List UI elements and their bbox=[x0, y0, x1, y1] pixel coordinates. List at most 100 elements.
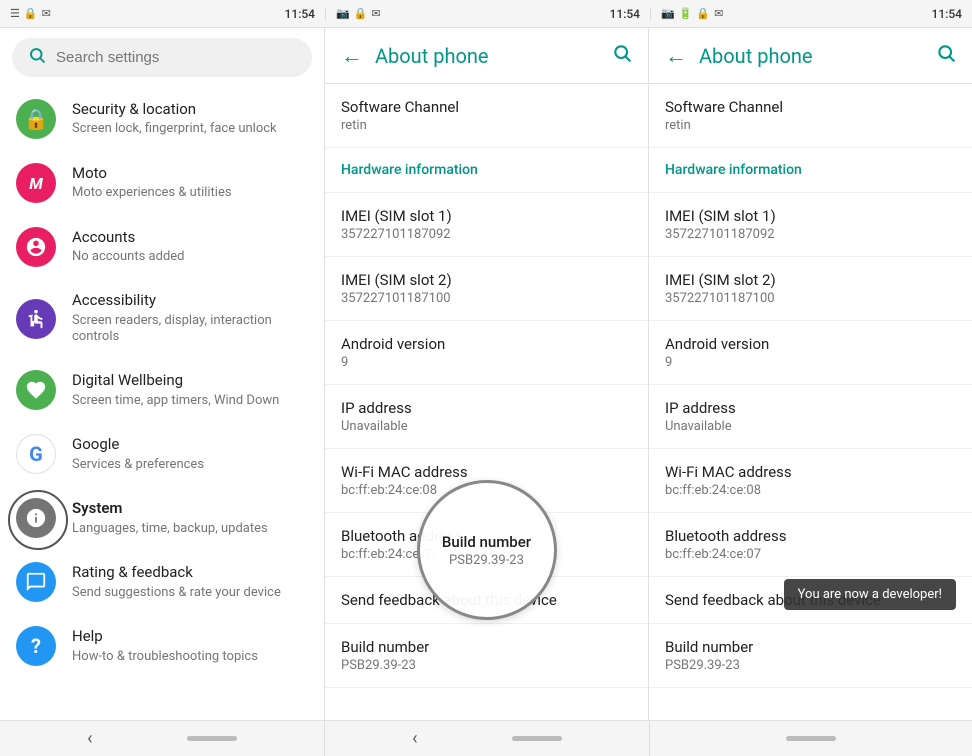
icon-msg: ✉ bbox=[42, 7, 51, 20]
build-circle-value: PSB29.39-23 bbox=[449, 553, 524, 568]
about-item-hw-header-1: Hardware information bbox=[325, 148, 648, 193]
settings-item-help[interactable]: ? Help How-to & troubleshooting topics bbox=[0, 614, 324, 678]
search-input[interactable] bbox=[56, 49, 296, 66]
about-item-value-android1: 9 bbox=[341, 355, 632, 370]
about-item-android-2[interactable]: Android version 9 bbox=[649, 321, 972, 385]
settings-item-moto[interactable]: M Moto Moto experiences & utilities bbox=[0, 151, 324, 215]
settings-item-title-moto: Moto bbox=[72, 164, 308, 184]
bottom-nav-middle: ‹ bbox=[325, 721, 650, 756]
about-item-title-imei21: IMEI (SIM slot 2) bbox=[341, 271, 632, 289]
icon-camera: 📷 bbox=[336, 7, 350, 20]
about-item-title-sc1: Software Channel bbox=[341, 98, 632, 116]
search-button-1[interactable] bbox=[612, 43, 632, 68]
settings-item-rating[interactable]: Rating & feedback Send suggestions & rat… bbox=[0, 550, 324, 614]
about-item-value-imei21: 357227101187100 bbox=[341, 291, 632, 306]
about-item-ip-2[interactable]: IP address Unavailable bbox=[649, 385, 972, 449]
settings-item-google[interactable]: G Google Services & preferences bbox=[0, 422, 324, 486]
back-button-1[interactable]: ← bbox=[341, 43, 363, 69]
settings-item-security[interactable]: 🔒 Security & location Screen lock, finge… bbox=[0, 87, 324, 151]
about-item-android-1[interactable]: Android version 9 bbox=[325, 321, 648, 385]
nav-pill-left bbox=[187, 736, 237, 741]
about-item-value-imei22: 357227101187100 bbox=[665, 291, 956, 306]
settings-item-text-digitalwellbeing: Digital Wellbeing Screen time, app timer… bbox=[72, 371, 308, 409]
about-item-title-imei22: IMEI (SIM slot 2) bbox=[665, 271, 956, 289]
about-item-title-sc2: Software Channel bbox=[665, 98, 956, 116]
settings-item-title-security: Security & location bbox=[72, 100, 308, 120]
about-item-value-sc2: retin bbox=[665, 118, 956, 133]
settings-item-subtitle-google: Services & preferences bbox=[72, 457, 308, 474]
back-button-2[interactable]: ← bbox=[665, 43, 687, 69]
about-item-imei2-1[interactable]: IMEI (SIM slot 2) 357227101187100 bbox=[325, 257, 648, 321]
icon-lock2: 🔒 bbox=[354, 7, 368, 20]
settings-item-text-security: Security & location Screen lock, fingerp… bbox=[72, 100, 308, 138]
about-item-value-build2: PSB29.39-23 bbox=[665, 658, 956, 673]
settings-item-text-google: Google Services & preferences bbox=[72, 435, 308, 473]
back-nav-button-left[interactable]: ‹ bbox=[87, 728, 92, 749]
about-item-value-imei12: 357227101187092 bbox=[665, 227, 956, 242]
settings-icon-accessibility bbox=[16, 299, 56, 339]
settings-list: 🔒 Security & location Screen lock, finge… bbox=[0, 87, 324, 720]
about-title-1: About phone bbox=[375, 44, 612, 68]
build-circle-title: Build number bbox=[442, 533, 531, 551]
about-item-imei2-2[interactable]: IMEI (SIM slot 2) 357227101187100 bbox=[649, 257, 972, 321]
about-item-build-2[interactable]: Build number PSB29.39-23 bbox=[649, 624, 972, 688]
icon-lock: 🔒 bbox=[24, 7, 38, 20]
about-item-wifi-2[interactable]: Wi-Fi MAC address bc:ff:eb:24:ce:08 bbox=[649, 449, 972, 513]
settings-item-title-help: Help bbox=[72, 627, 308, 647]
settings-item-text-rating: Rating & feedback Send suggestions & rat… bbox=[72, 563, 308, 601]
status-time-left: 11:54 bbox=[285, 7, 315, 21]
about-item-software-channel-1[interactable]: Software Channel retin bbox=[325, 84, 648, 148]
settings-item-digitalwellbeing[interactable]: Digital Wellbeing Screen time, app timer… bbox=[0, 358, 324, 422]
settings-icon-google: G bbox=[16, 434, 56, 474]
about-item-imei1-1[interactable]: IMEI (SIM slot 1) 357227101187092 bbox=[325, 193, 648, 257]
about-item-build-1[interactable]: Build number PSB29.39-23 bbox=[325, 624, 648, 688]
status-bar-left: ☰ 🔒 ✉ 11:54 bbox=[0, 7, 325, 21]
settings-item-subtitle-system: Languages, time, backup, updates bbox=[72, 521, 308, 538]
about-item-title-imei11: IMEI (SIM slot 1) bbox=[341, 207, 632, 225]
icon-menu: ☰ bbox=[10, 7, 20, 20]
status-icons-right: 📷 🔋 🔒 ✉ bbox=[661, 7, 723, 20]
about-item-title-android2: Android version bbox=[665, 335, 956, 353]
settings-panel: 🔒 Security & location Screen lock, finge… bbox=[0, 28, 325, 720]
settings-item-title-digitalwellbeing: Digital Wellbeing bbox=[72, 371, 308, 391]
icon-msg3: ✉ bbox=[714, 7, 723, 20]
settings-item-text-accessibility: Accessibility Screen readers, display, i… bbox=[72, 291, 308, 346]
about-item-title-build2: Build number bbox=[665, 638, 956, 656]
about-item-ip-1[interactable]: IP address Unavailable bbox=[325, 385, 648, 449]
settings-icon-digitalwellbeing bbox=[16, 370, 56, 410]
about-item-imei1-2[interactable]: IMEI (SIM slot 1) 357227101187092 bbox=[649, 193, 972, 257]
settings-icon-system bbox=[16, 498, 56, 538]
about-item-title-wifi2: Wi-Fi MAC address bbox=[665, 463, 956, 481]
about-content-1: Software Channel retin Hardware informat… bbox=[325, 84, 648, 720]
settings-item-accessibility[interactable]: Accessibility Screen readers, display, i… bbox=[0, 279, 324, 358]
settings-icon-rating bbox=[16, 562, 56, 602]
settings-item-title-accounts: Accounts bbox=[72, 228, 308, 248]
settings-item-text-help: Help How-to & troubleshooting topics bbox=[72, 627, 308, 665]
settings-icon-accounts bbox=[16, 227, 56, 267]
about-item-software-channel-2[interactable]: Software Channel retin bbox=[649, 84, 972, 148]
settings-item-subtitle-moto: Moto experiences & utilities bbox=[72, 185, 308, 202]
icon-camera2: 📷 bbox=[661, 7, 675, 20]
back-nav-button-middle[interactable]: ‹ bbox=[412, 728, 417, 749]
about-item-title-hw1: Hardware information bbox=[341, 162, 632, 178]
toast-notification: You are now a developer! bbox=[784, 579, 956, 610]
settings-item-subtitle-rating: Send suggestions & rate your device bbox=[72, 585, 308, 602]
status-bar-right: 📷 🔋 🔒 ✉ 11:54 bbox=[650, 7, 972, 21]
settings-item-system[interactable]: System Languages, time, backup, updates bbox=[0, 486, 324, 550]
bottom-nav: ‹ ‹ bbox=[0, 720, 972, 756]
status-time-right: 11:54 bbox=[932, 7, 962, 21]
icon-battery: 🔋 bbox=[679, 7, 693, 20]
search-button-2[interactable] bbox=[936, 43, 956, 68]
about-item-title-imei12: IMEI (SIM slot 1) bbox=[665, 207, 956, 225]
settings-icon-security: 🔒 bbox=[16, 99, 56, 139]
about-content-2: Software Channel retin Hardware informat… bbox=[649, 84, 972, 720]
settings-icon-moto: M bbox=[16, 163, 56, 203]
about-item-bt-2[interactable]: Bluetooth address bc:ff:eb:24:ce:07 bbox=[649, 513, 972, 577]
settings-item-accounts[interactable]: Accounts No accounts added bbox=[0, 215, 324, 279]
about-item-title-ip2: IP address bbox=[665, 399, 956, 417]
about-item-value-sc1: retin bbox=[341, 118, 632, 133]
about-item-value-bt2: bc:ff:eb:24:ce:07 bbox=[665, 547, 956, 562]
search-bar-container[interactable] bbox=[12, 38, 312, 77]
settings-item-subtitle-digitalwellbeing: Screen time, app timers, Wind Down bbox=[72, 393, 308, 410]
settings-item-subtitle-help: How-to & troubleshooting topics bbox=[72, 649, 308, 666]
